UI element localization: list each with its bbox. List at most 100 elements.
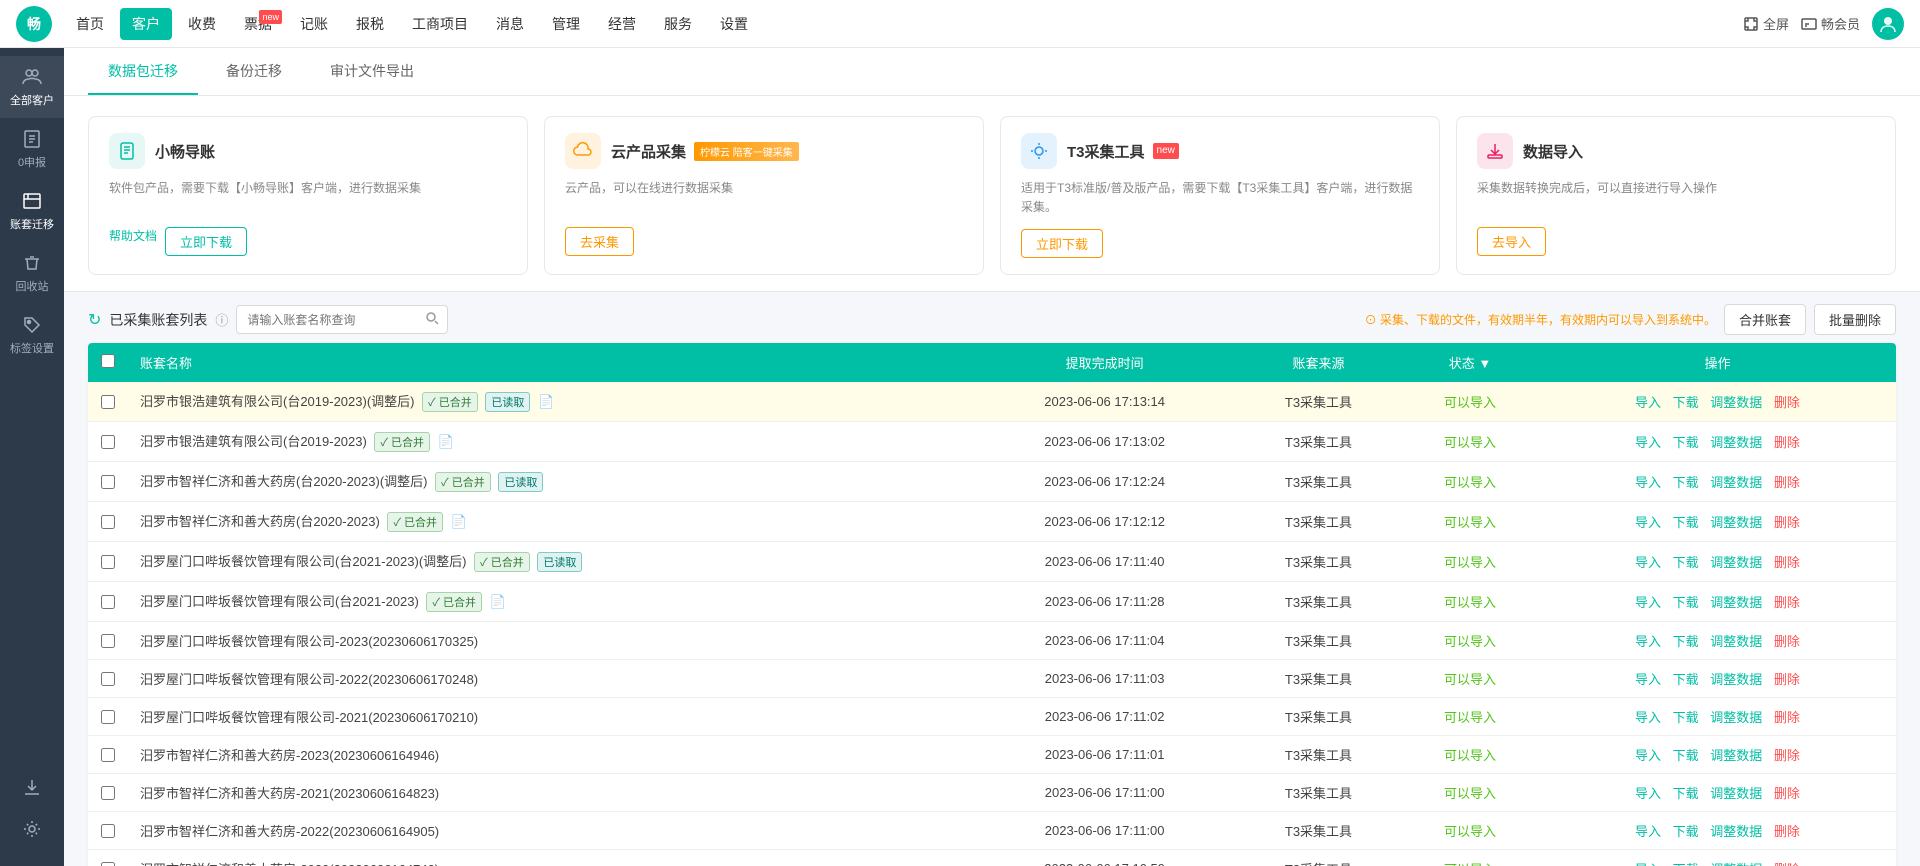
action-adjust[interactable]: 调整数据 [1710, 475, 1762, 490]
import-go-btn[interactable]: 去导入 [1477, 227, 1546, 256]
action-adjust[interactable]: 调整数据 [1710, 862, 1762, 866]
action-import[interactable]: 导入 [1635, 435, 1661, 450]
sidebar-item-settings[interactable] [21, 808, 43, 850]
nav-tax[interactable]: 报税 [344, 8, 396, 40]
action-download[interactable]: 下载 [1673, 672, 1699, 687]
action-delete[interactable]: 删除 [1774, 634, 1800, 649]
action-download[interactable]: 下载 [1673, 595, 1699, 610]
t3-download-btn[interactable]: 立即下载 [1021, 229, 1103, 258]
action-import[interactable]: 导入 [1635, 672, 1661, 687]
merge-account-btn[interactable]: 合并账套 [1724, 304, 1806, 335]
action-delete[interactable]: 删除 [1774, 395, 1800, 410]
row-checkbox[interactable] [101, 555, 115, 569]
action-import[interactable]: 导入 [1635, 748, 1661, 763]
action-import[interactable]: 导入 [1635, 475, 1661, 490]
action-import[interactable]: 导入 [1635, 786, 1661, 801]
row-checkbox[interactable] [101, 672, 115, 686]
sidebar-item-download[interactable] [21, 766, 43, 808]
action-adjust[interactable]: 调整数据 [1710, 515, 1762, 530]
row-checkbox[interactable] [101, 710, 115, 724]
action-adjust[interactable]: 调整数据 [1710, 748, 1762, 763]
row-checkbox[interactable] [101, 862, 115, 866]
row-checkbox[interactable] [101, 475, 115, 489]
action-download[interactable]: 下载 [1673, 786, 1699, 801]
action-delete[interactable]: 删除 [1774, 862, 1800, 866]
nav-service[interactable]: 服务 [652, 8, 704, 40]
nav-message[interactable]: 消息 [484, 8, 536, 40]
sidebar-item-account-migrate[interactable]: 账套迁移 [0, 180, 64, 242]
action-import[interactable]: 导入 [1635, 555, 1661, 570]
action-download[interactable]: 下载 [1673, 862, 1699, 866]
refresh-icon[interactable]: ↻ [88, 310, 101, 330]
action-download[interactable]: 下载 [1673, 395, 1699, 410]
xichang-download-btn[interactable]: 立即下载 [165, 227, 247, 256]
action-import[interactable]: 导入 [1635, 395, 1661, 410]
action-adjust[interactable]: 调整数据 [1710, 710, 1762, 725]
row-checkbox[interactable] [101, 395, 115, 409]
action-import[interactable]: 导入 [1635, 710, 1661, 725]
action-download[interactable]: 下载 [1673, 710, 1699, 725]
nav-client[interactable]: 客户 [120, 8, 172, 40]
action-download[interactable]: 下载 [1673, 634, 1699, 649]
action-download[interactable]: 下载 [1673, 435, 1699, 450]
action-adjust[interactable]: 调整数据 [1710, 786, 1762, 801]
row-checkbox[interactable] [101, 435, 115, 449]
nav-industry[interactable]: 工商项目 [400, 8, 480, 40]
action-delete[interactable]: 删除 [1774, 748, 1800, 763]
action-download[interactable]: 下载 [1673, 515, 1699, 530]
action-adjust[interactable]: 调整数据 [1710, 634, 1762, 649]
app-logo[interactable]: 畅 [16, 6, 52, 42]
action-adjust[interactable]: 调整数据 [1710, 824, 1762, 839]
row-checkbox[interactable] [101, 634, 115, 648]
header-checkbox[interactable] [88, 343, 128, 382]
xichang-help-link[interactable]: 帮助文档 [109, 227, 157, 256]
action-adjust[interactable]: 调整数据 [1710, 555, 1762, 570]
search-input[interactable] [237, 308, 417, 332]
action-download[interactable]: 下载 [1673, 555, 1699, 570]
row-checkbox[interactable] [101, 748, 115, 762]
tab-audit-export[interactable]: 审计文件导出 [310, 49, 434, 95]
cloud-collect-btn[interactable]: 去采集 [565, 227, 634, 256]
action-download[interactable]: 下载 [1673, 475, 1699, 490]
action-download[interactable]: 下载 [1673, 824, 1699, 839]
action-delete[interactable]: 删除 [1774, 475, 1800, 490]
select-all-checkbox[interactable] [101, 354, 115, 368]
action-adjust[interactable]: 调整数据 [1710, 595, 1762, 610]
help-info-icon[interactable]: ⓘ [215, 310, 228, 329]
nav-settings[interactable]: 设置 [708, 8, 760, 40]
action-adjust[interactable]: 调整数据 [1710, 672, 1762, 687]
search-button[interactable] [417, 306, 447, 333]
row-checkbox[interactable] [101, 824, 115, 838]
action-import[interactable]: 导入 [1635, 862, 1661, 866]
nav-home[interactable]: 首页 [64, 8, 116, 40]
batch-delete-btn[interactable]: 批量删除 [1814, 304, 1896, 335]
sidebar-item-recycle[interactable]: 回收站 [0, 242, 64, 304]
tab-data-package[interactable]: 数据包迁移 [88, 49, 198, 95]
action-delete[interactable]: 删除 [1774, 710, 1800, 725]
action-delete[interactable]: 删除 [1774, 555, 1800, 570]
header-status[interactable]: 状态 ▼ [1401, 343, 1539, 382]
action-adjust[interactable]: 调整数据 [1710, 395, 1762, 410]
action-import[interactable]: 导入 [1635, 824, 1661, 839]
nav-bookkeeping[interactable]: 记账 [288, 8, 340, 40]
action-delete[interactable]: 删除 [1774, 435, 1800, 450]
action-adjust[interactable]: 调整数据 [1710, 435, 1762, 450]
row-checkbox[interactable] [101, 595, 115, 609]
action-import[interactable]: 导入 [1635, 595, 1661, 610]
nav-fee[interactable]: 收费 [176, 8, 228, 40]
action-delete[interactable]: 删除 [1774, 515, 1800, 530]
action-delete[interactable]: 删除 [1774, 672, 1800, 687]
sidebar-item-zero-declare[interactable]: 0申报 [0, 118, 64, 180]
nav-operation[interactable]: 经营 [596, 8, 648, 40]
action-delete[interactable]: 删除 [1774, 786, 1800, 801]
row-checkbox[interactable] [101, 786, 115, 800]
action-download[interactable]: 下载 [1673, 748, 1699, 763]
sidebar-item-tag-settings[interactable]: 标签设置 [0, 304, 64, 366]
action-import[interactable]: 导入 [1635, 634, 1661, 649]
fullscreen-btn[interactable]: 全屏 [1743, 14, 1789, 33]
nav-invoice[interactable]: 票据 new [232, 8, 284, 40]
nav-management[interactable]: 管理 [540, 8, 592, 40]
row-checkbox[interactable] [101, 515, 115, 529]
tab-backup-migrate[interactable]: 备份迁移 [206, 49, 302, 95]
sidebar-item-all-clients[interactable]: 全部客户 [0, 56, 64, 118]
